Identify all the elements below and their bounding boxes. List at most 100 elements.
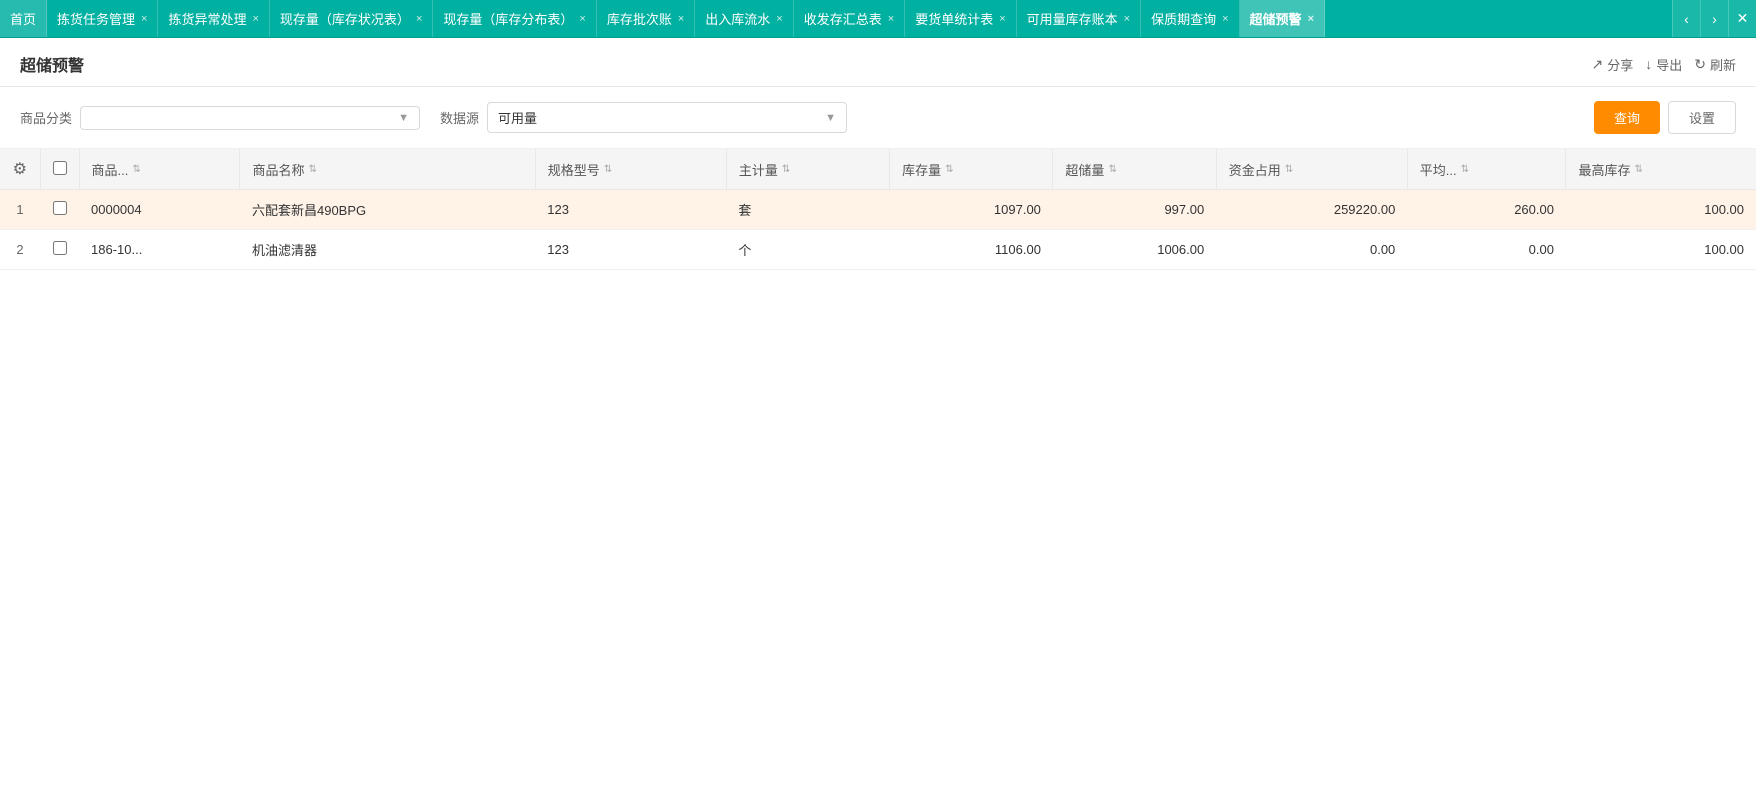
nav-batch-account[interactable]: 库存批次账 × — [597, 0, 695, 38]
sort-capital-icon: ⇅ — [1285, 164, 1293, 175]
refresh-button[interactable]: ↻ 刷新 — [1694, 55, 1736, 74]
th-checkbox[interactable] — [40, 149, 79, 190]
datasource-select-value: 可用量 — [498, 108, 537, 127]
page-title: 超储预警 — [20, 52, 84, 76]
table-row[interactable]: 1 0000004 六配套新昌490BPG 123 套 1097.00 997.… — [0, 190, 1756, 230]
row-checkbox-2[interactable] — [40, 230, 79, 270]
nav-close-stock-dist[interactable]: × — [579, 13, 585, 25]
category-select[interactable]: ▼ — [80, 106, 420, 130]
row-select-checkbox-1[interactable] — [53, 201, 67, 215]
refresh-icon: ↻ — [1694, 56, 1706, 73]
header-actions: ↗ 分享 ↓ 导出 ↻ 刷新 — [1591, 55, 1736, 74]
nav-close-order-stat[interactable]: × — [999, 13, 1005, 25]
table-container: ⚙ 商品... ⇅ 商品名称 — [0, 149, 1756, 270]
row-code-2: 186-10... — [79, 230, 240, 270]
datasource-label: 数据源 — [440, 108, 479, 127]
share-button[interactable]: ↗ 分享 — [1591, 55, 1633, 74]
nav-order-stat[interactable]: 要货单统计表 × — [905, 0, 1016, 38]
nav-close-recv-send[interactable]: × — [888, 13, 894, 25]
row-code-1: 0000004 — [79, 190, 240, 230]
nav-task-mgmt[interactable]: 拣货任务管理 × — [47, 0, 158, 38]
sort-maxstock-icon: ⇅ — [1634, 164, 1642, 175]
th-name[interactable]: 商品名称 ⇅ — [240, 149, 535, 190]
nav-close-available-book[interactable]: × — [1124, 13, 1130, 25]
category-label: 商品分类 — [20, 108, 72, 127]
page-header: 超储预警 ↗ 分享 ↓ 导出 ↻ 刷新 — [0, 38, 1756, 87]
settings-gear-icon[interactable]: ⚙ — [13, 159, 27, 179]
row-spec-1: 123 — [535, 190, 726, 230]
nav-arrow-group: ‹ › ✕ — [1672, 0, 1756, 38]
row-name-1: 六配套新昌490BPG — [240, 190, 535, 230]
nav-available-book[interactable]: 可用量库存账本 × — [1017, 0, 1141, 38]
sort-name-icon: ⇅ — [309, 164, 317, 175]
th-settings[interactable]: ⚙ — [0, 149, 40, 190]
sort-code-icon: ⇅ — [132, 164, 140, 175]
nav-overstock-warning[interactable]: 超储预警 × — [1240, 0, 1325, 38]
nav-close-stock-status[interactable]: × — [416, 13, 422, 25]
nav-quality-check[interactable]: 保质期查询 × — [1141, 0, 1239, 38]
row-num-2: 2 — [0, 230, 40, 270]
nav-inout-flow[interactable]: 出入库流水 × — [695, 0, 793, 38]
set-button[interactable]: 设置 — [1668, 101, 1736, 134]
table-header-row: ⚙ 商品... ⇅ 商品名称 — [0, 149, 1756, 190]
nav-close-inout-flow[interactable]: × — [776, 13, 782, 25]
row-unit-1: 套 — [726, 190, 889, 230]
row-capital-1: 259220.00 — [1216, 190, 1407, 230]
row-overstock-2: 1006.00 — [1053, 230, 1216, 270]
nav-stock-status[interactable]: 现存量（库存状况表） × — [270, 0, 433, 38]
row-capital-2: 0.00 — [1216, 230, 1407, 270]
sort-unit-icon: ⇅ — [782, 164, 790, 175]
nav-close-batch-account[interactable]: × — [678, 13, 684, 25]
th-code[interactable]: 商品... ⇅ — [79, 149, 240, 190]
nav-close-all[interactable]: ✕ — [1728, 0, 1756, 38]
row-unit-2: 个 — [726, 230, 889, 270]
share-icon: ↗ — [1591, 56, 1603, 73]
sort-avg-icon: ⇅ — [1461, 164, 1469, 175]
filter-buttons: 查询 设置 — [1594, 101, 1736, 134]
row-stock-2: 1106.00 — [890, 230, 1053, 270]
table-row[interactable]: 2 186-10... 机油滤清器 123 个 1106.00 1006.00 … — [0, 230, 1756, 270]
sort-overstock-icon: ⇅ — [1108, 164, 1116, 175]
nav-home[interactable]: 首页 — [0, 0, 47, 38]
nav-recv-send[interactable]: 收发存汇总表 × — [794, 0, 905, 38]
datasource-select[interactable]: 可用量 ▼ — [487, 102, 847, 133]
nav-close-overstock-warning[interactable]: × — [1308, 13, 1314, 25]
row-overstock-1: 997.00 — [1053, 190, 1216, 230]
nav-next-arrow[interactable]: › — [1700, 0, 1728, 38]
filter-category: 商品分类 ▼ — [20, 106, 420, 130]
nav-close-quality-check[interactable]: × — [1222, 13, 1228, 25]
sort-stock-icon: ⇅ — [945, 164, 953, 175]
datasource-dropdown-arrow: ▼ — [825, 112, 836, 124]
row-spec-2: 123 — [535, 230, 726, 270]
query-button[interactable]: 查询 — [1594, 101, 1660, 134]
top-navigation: 首页 拣货任务管理 × 拣货异常处理 × 现存量（库存状况表） × 现存量（库存… — [0, 0, 1756, 38]
nav-stock-dist[interactable]: 现存量（库存分布表） × — [433, 0, 596, 38]
th-unit[interactable]: 主计量 ⇅ — [726, 149, 889, 190]
row-avg-1: 260.00 — [1407, 190, 1566, 230]
filter-row: 商品分类 ▼ 数据源 可用量 ▼ 查询 设置 — [0, 87, 1756, 149]
select-all-checkbox[interactable] — [53, 161, 67, 175]
nav-close-abnormal[interactable]: × — [252, 13, 258, 25]
category-dropdown-arrow: ▼ — [398, 112, 409, 124]
row-name-2: 机油滤清器 — [240, 230, 535, 270]
overstock-table: ⚙ 商品... ⇅ 商品名称 — [0, 149, 1756, 270]
table-body: 1 0000004 六配套新昌490BPG 123 套 1097.00 997.… — [0, 190, 1756, 270]
nav-abnormal[interactable]: 拣货异常处理 × — [158, 0, 269, 38]
th-overstock[interactable]: 超储量 ⇅ — [1053, 149, 1216, 190]
row-stock-1: 1097.00 — [890, 190, 1053, 230]
row-maxstock-2: 100.00 — [1566, 230, 1756, 270]
export-icon: ↓ — [1645, 56, 1652, 72]
row-avg-2: 0.00 — [1407, 230, 1566, 270]
th-maxstock[interactable]: 最高库存 ⇅ — [1566, 149, 1756, 190]
nav-prev-arrow[interactable]: ‹ — [1672, 0, 1700, 38]
th-avg[interactable]: 平均... ⇅ — [1407, 149, 1566, 190]
row-checkbox-1[interactable] — [40, 190, 79, 230]
export-button[interactable]: ↓ 导出 — [1645, 55, 1682, 74]
th-spec[interactable]: 规格型号 ⇅ — [535, 149, 726, 190]
filter-datasource: 数据源 可用量 ▼ — [440, 102, 847, 133]
th-capital[interactable]: 资金占用 ⇅ — [1216, 149, 1407, 190]
row-select-checkbox-2[interactable] — [53, 241, 67, 255]
nav-close-task-mgmt[interactable]: × — [141, 13, 147, 25]
th-stock[interactable]: 库存量 ⇅ — [890, 149, 1053, 190]
main-content: 超储预警 ↗ 分享 ↓ 导出 ↻ 刷新 商品分类 ▼ 数据源 — [0, 38, 1756, 800]
